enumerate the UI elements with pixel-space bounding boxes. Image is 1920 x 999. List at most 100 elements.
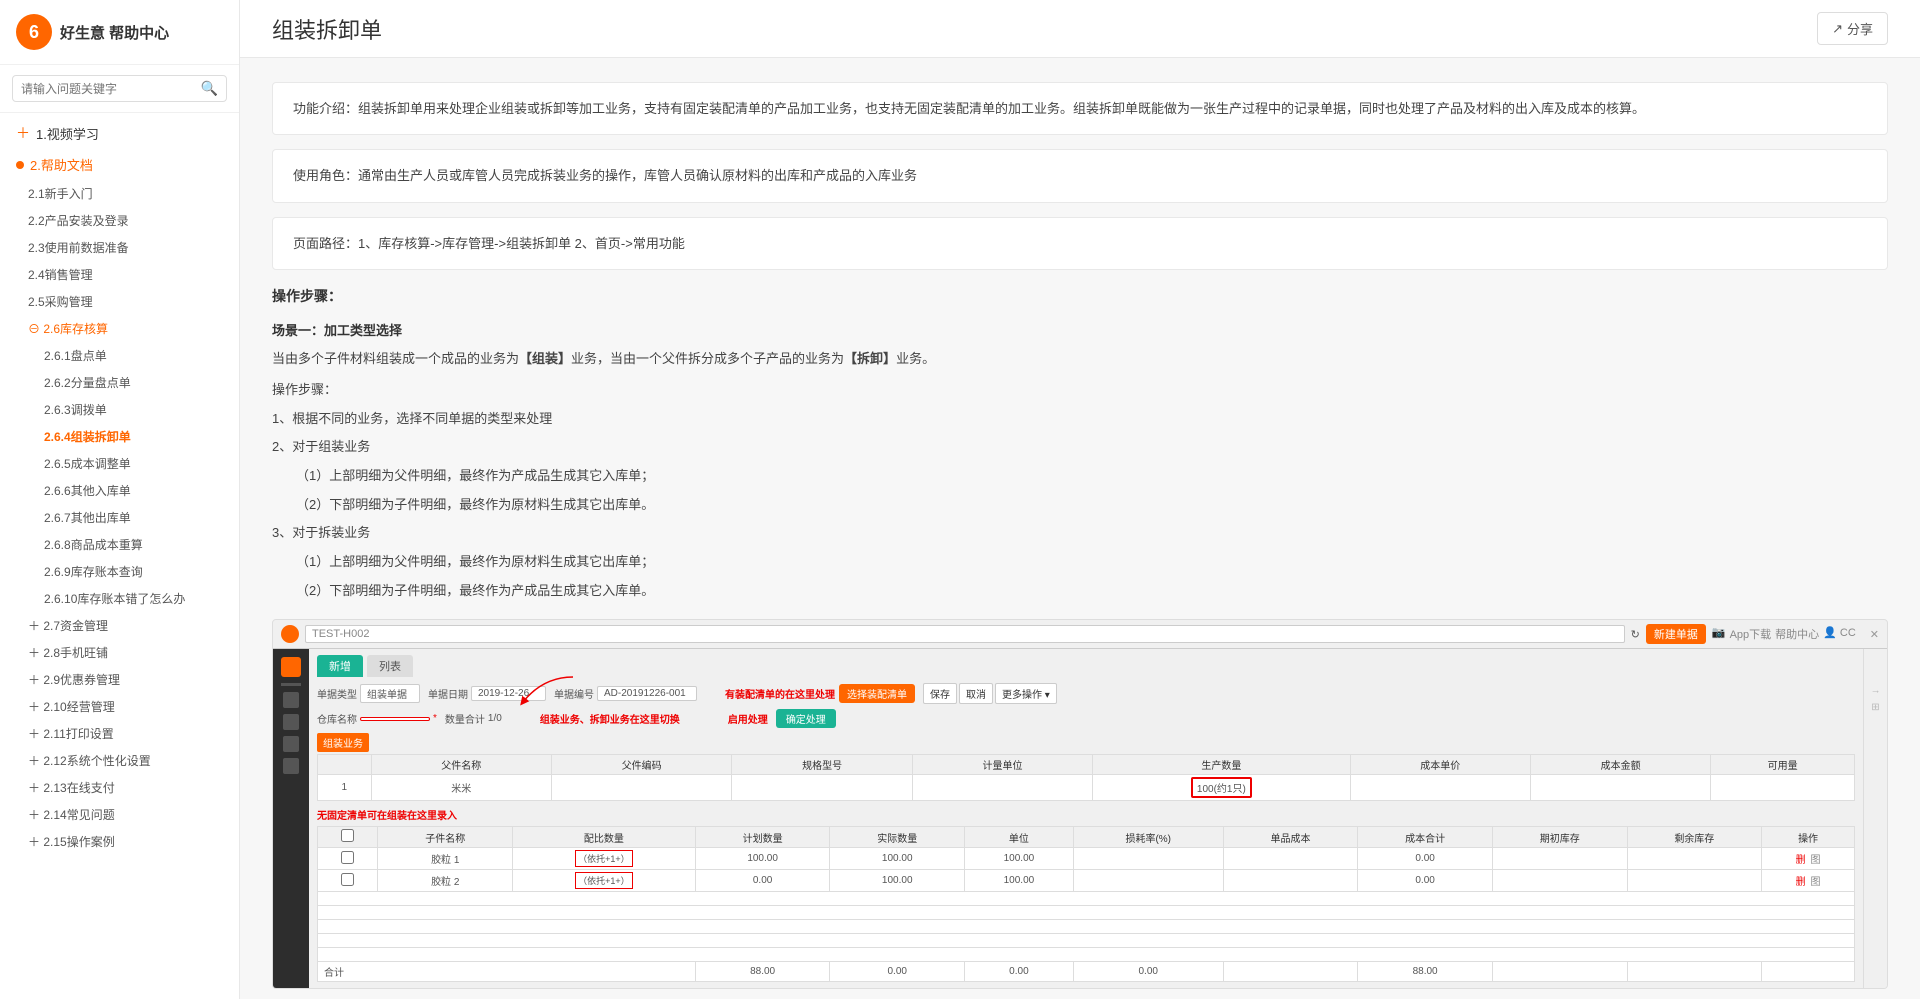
sidebar-item-2-1[interactable]: 2.1新手入门	[0, 180, 239, 207]
sidebar-item-2-12[interactable]: ＋ 2.12系统个性化设置	[0, 747, 239, 774]
ss-count-value: 1/0	[488, 713, 502, 724]
table-row	[318, 948, 1855, 962]
ss-docno-input[interactable]: AD-20191226-001	[597, 686, 697, 701]
page-title: 组装拆卸单	[272, 13, 382, 45]
sidebar-item-2-6-5[interactable]: 2.6.5成本调整单	[0, 450, 239, 477]
ss-more-btn[interactable]: 更多操作 ▾	[995, 683, 1057, 704]
sidebar-item-2-6-4[interactable]: 2.6.4组装拆卸单	[0, 423, 239, 450]
ss-select-all[interactable]	[341, 829, 354, 842]
ss-delete-2[interactable]: 删	[1796, 877, 1806, 888]
ss-upper-th-name: 父件名称	[371, 755, 551, 775]
sidebar-item-2-6-3[interactable]: 2.6.3调拨单	[0, 396, 239, 423]
ss-app-icon: App下载	[1730, 626, 1772, 642]
sidebar-item-2-13[interactable]: ＋ 2.13在线支付	[0, 774, 239, 801]
ss-choose-bom-btn[interactable]: 选择装配清单	[839, 684, 915, 703]
share-button[interactable]: ↗ 分享	[1817, 12, 1888, 45]
ss-lower-th-ratio: 配比数量	[513, 827, 696, 848]
ss-lower-th-unit: 单位	[965, 827, 1074, 848]
sidebar-item-2-2[interactable]: 2.2产品安装及登录	[0, 207, 239, 234]
ss-lower-th-op: 操作	[1762, 827, 1855, 848]
logo-icon: 6	[16, 14, 52, 50]
ss-lower-td-unitcost-1	[1223, 848, 1358, 870]
ss-top-icons: 📷 App下载 帮助中心 👤 CC	[1712, 626, 1856, 642]
sidebar-item-2-15[interactable]: ＋ 2.15操作案例	[0, 828, 239, 855]
path-block: 页面路径：1、库存核算->库存管理->组装拆卸单 2、首页->常用功能	[272, 217, 1888, 270]
ss-lower-td-remain-1	[1627, 848, 1762, 870]
ss-lower-td-ratio-1: （依托+1+）	[513, 848, 696, 870]
ss-upper-th-cost: 成本单价	[1350, 755, 1530, 775]
ss-img-2[interactable]: 图	[1810, 877, 1820, 888]
ss-right-panel: ↑ ⊞	[1863, 649, 1887, 988]
ss-lower-td-totalcost-1: 0.00	[1358, 848, 1493, 870]
sidebar-item-2-6[interactable]: ⊖ 2.6库存核算	[0, 315, 239, 342]
sidebar-item-2-3[interactable]: 2.3使用前数据准备	[0, 234, 239, 261]
ss-save-btn[interactable]: 保存	[923, 683, 957, 704]
sidebar-item-2-6-10[interactable]: 2.6.10库存账本错了怎么办	[0, 585, 239, 612]
search-bar: 🔍	[0, 65, 239, 113]
main-header: 组装拆卸单 ↗ 分享	[240, 0, 1920, 58]
sidebar-item-2-4[interactable]: 2.4销售管理	[0, 261, 239, 288]
scene1-step3-1: （1）上部明细为父件明细，最终作为原材料生成其它出库单；	[272, 550, 1888, 575]
sidebar-item-2-6-9[interactable]: 2.6.9库存账本查询	[0, 558, 239, 585]
scene1-step2: 2、对于组装业务	[272, 435, 1888, 460]
ss-new-btn[interactable]: 新建单据	[1646, 624, 1706, 644]
ss-warehouse-input[interactable]	[360, 717, 430, 721]
sidebar-item-2-5[interactable]: 2.5采购管理	[0, 288, 239, 315]
ss-upper-th-avail: 可用量	[1711, 755, 1855, 775]
ss-total-5	[1223, 962, 1358, 982]
sidebar-item-2-11[interactable]: ＋ 2.11打印设置	[0, 720, 239, 747]
sidebar-item-2-9[interactable]: ＋ 2.9优惠券管理	[0, 666, 239, 693]
ss-row1-check[interactable]	[341, 851, 354, 864]
table-row: 胶粒 2 （依托+1+） 0.00 100.00 100.00 0.00	[318, 870, 1855, 892]
sidebar-item-2-6-2[interactable]: 2.6.2分量盘点单	[0, 369, 239, 396]
sidebar-item-2-6-8[interactable]: 2.6.8商品成本重算	[0, 531, 239, 558]
ss-ratio-input-2[interactable]: （依托+1+）	[575, 872, 633, 889]
ss-annotation-area-3: 启用处理	[728, 711, 768, 726]
sidebar-item-2-6-6[interactable]: 2.6.6其他入库单	[0, 477, 239, 504]
path-text: 页面路径：1、库存核算->库存管理->组装拆卸单 2、首页->常用功能	[293, 236, 685, 251]
sidebar-item-2-7[interactable]: ＋ 2.7资金管理	[0, 612, 239, 639]
ss-lower-th-loss: 损耗率(%)	[1073, 827, 1223, 848]
sidebar-item-2-10[interactable]: ＋ 2.10经营管理	[0, 693, 239, 720]
ss-confirm-btn[interactable]: 确定处理	[776, 709, 836, 728]
ss-doctype-label: 单据类型	[317, 686, 357, 701]
ss-lower-td-actual-2: 100.00	[830, 870, 965, 892]
ss-addr-text: TEST-H002	[312, 628, 369, 640]
ss-ratio-input-1[interactable]: （依托+1+）	[575, 850, 633, 867]
ss-left-nav	[273, 649, 309, 988]
ss-annotation-text-3: 启用处理	[728, 711, 768, 726]
sidebar-item-2-8[interactable]: ＋ 2.8手机旺铺	[0, 639, 239, 666]
ss-nav-divider	[281, 683, 301, 686]
ss-upper-qty-input[interactable]: 100(约1只)	[1191, 777, 1252, 798]
sidebar-item-2-6-1[interactable]: 2.6.1盘点单	[0, 342, 239, 369]
ss-lower-td-sel-2	[318, 870, 378, 892]
sidebar-item-video-label: 1.视频学习	[36, 124, 99, 143]
ss-tab-list[interactable]: 列表	[367, 655, 413, 677]
docs-sub-list: 2.1新手入门 2.2产品安装及登录 2.3使用前数据准备 2.4销售管理 2.…	[0, 180, 239, 855]
ss-img-1[interactable]: 图	[1810, 855, 1820, 866]
sidebar-item-docs[interactable]: 2.帮助文档	[0, 149, 239, 180]
ss-tab-new[interactable]: 新增	[317, 655, 363, 677]
ss-upper-td-avail	[1711, 775, 1855, 801]
ss-delete-1[interactable]: 删	[1796, 855, 1806, 866]
ss-date-input[interactable]: 2019-12-26	[471, 686, 546, 701]
ss-upper-td-spec	[732, 775, 912, 801]
ss-row2-check[interactable]	[341, 873, 354, 886]
search-icon[interactable]: 🔍	[201, 80, 218, 97]
ss-upper-th-code: 父件编码	[552, 755, 732, 775]
sidebar-item-2-14[interactable]: ＋ 2.14常见问题	[0, 801, 239, 828]
ss-total-6: 88.00	[1358, 962, 1493, 982]
sidebar-item-2-6-7[interactable]: 2.6.7其他出库单	[0, 504, 239, 531]
ss-annotation-area-2: 组装业务、拆卸业务在这里切换	[540, 711, 680, 726]
ss-nav-icon-3	[283, 714, 299, 730]
ss-cancel-btn[interactable]: 取消	[959, 683, 993, 704]
ss-total-8	[1627, 962, 1762, 982]
ss-total-7	[1492, 962, 1627, 982]
ss-upper-th-spec: 规格型号	[732, 755, 912, 775]
ss-close-icon[interactable]: ✕	[1870, 628, 1879, 641]
search-input[interactable]	[21, 82, 201, 96]
ss-count-label: 数量合计	[445, 711, 485, 726]
ss-doctype-input[interactable]: 组装单据	[360, 684, 420, 703]
ss-lower-td-plan-2: 0.00	[695, 870, 830, 892]
sidebar-item-video[interactable]: ＋ 1.视频学习	[0, 117, 239, 149]
